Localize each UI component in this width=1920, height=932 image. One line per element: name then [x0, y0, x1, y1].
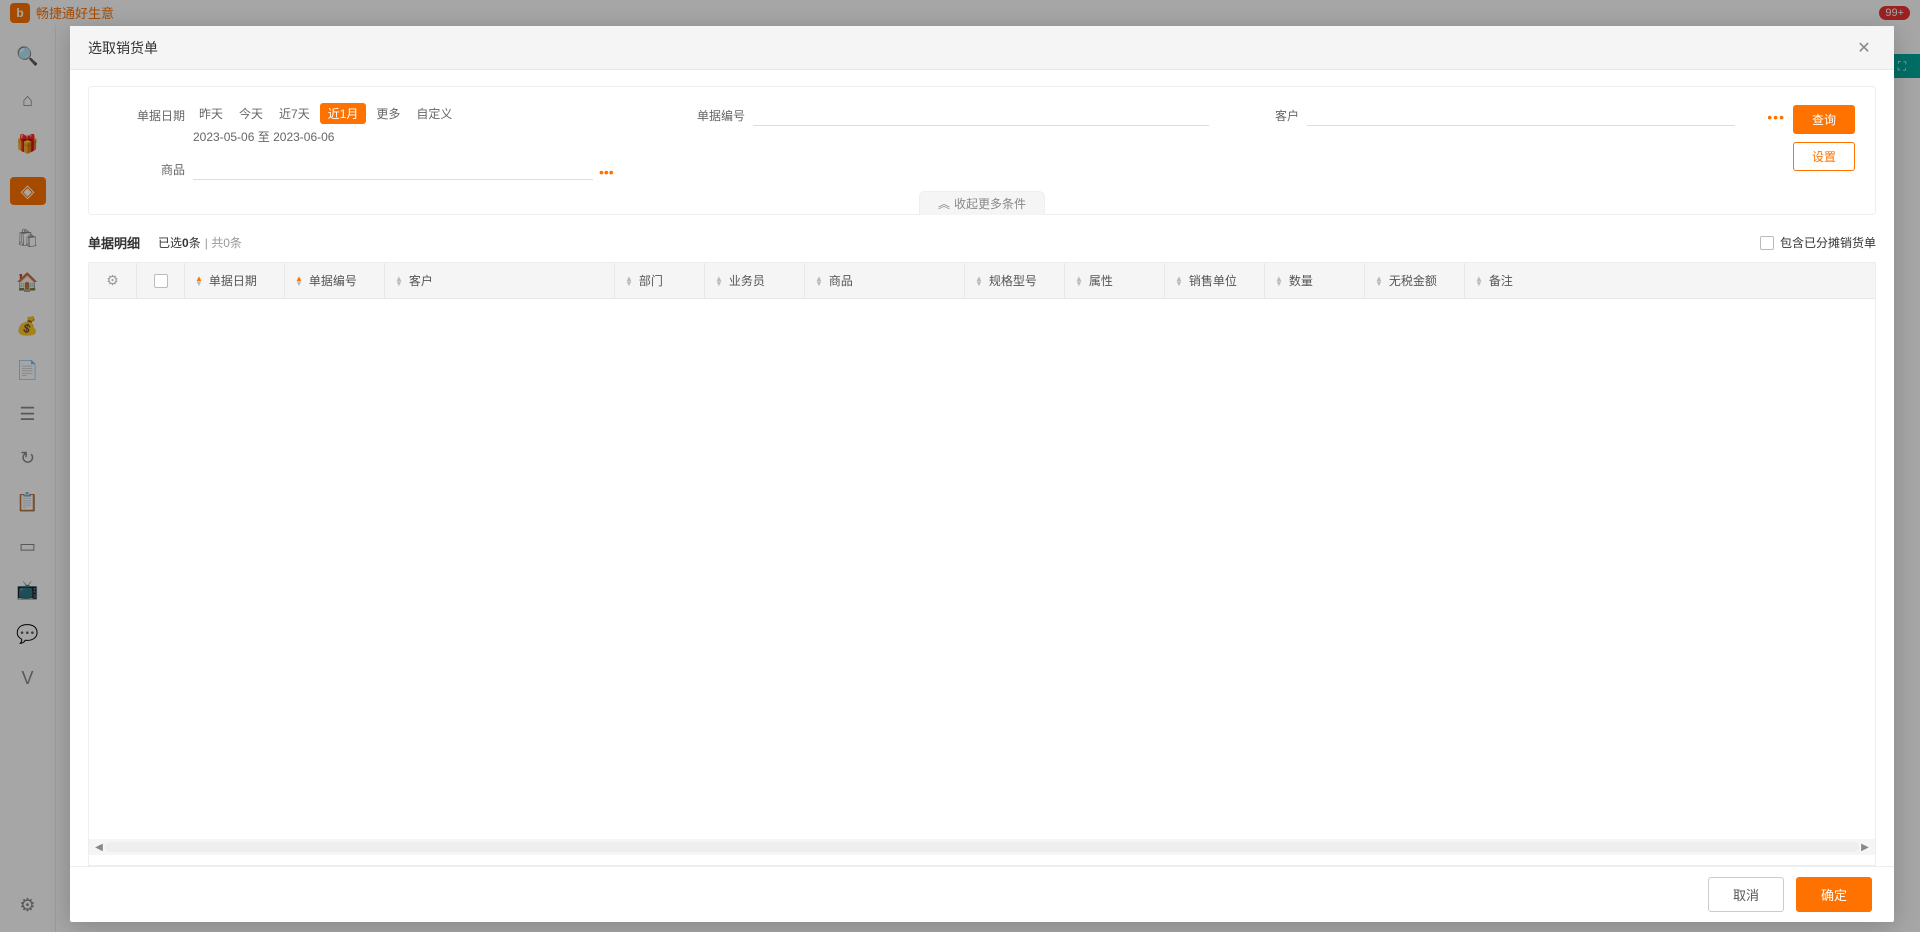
scroll-right-icon[interactable]: ▶: [1859, 842, 1871, 853]
close-icon[interactable]: ✕: [1852, 36, 1876, 60]
detail-title: 单据明细: [88, 233, 140, 252]
date-range-display: 2023-05-06 至 2023-06-06: [193, 128, 629, 145]
chevron-up-icon: ︽: [938, 195, 950, 212]
preset-today[interactable]: 今天: [233, 103, 269, 124]
col-attr[interactable]: ▲▼属性: [1065, 263, 1165, 298]
sort-icon: ▲▼: [1375, 276, 1383, 286]
docno-input[interactable]: [753, 103, 1209, 126]
sort-icon: ▲▼: [1075, 276, 1083, 286]
filter-docno-group: 单据编号: [669, 103, 1209, 145]
sort-icon: ▲▼: [715, 276, 723, 286]
table-body-empty: [89, 299, 1875, 839]
detail-header: 单据明细 已选0条 | 共0条 包含已分摊销货单: [88, 233, 1876, 252]
horizontal-scrollbar[interactable]: ◀ ▶: [89, 839, 1875, 855]
col-dept[interactable]: ▲▼部门: [615, 263, 705, 298]
col-spec[interactable]: ▲▼规格型号: [965, 263, 1065, 298]
modal-header: 选取销货单 ✕: [70, 26, 1894, 70]
select-sales-order-modal: 选取销货单 ✕ 单据日期 昨天 今天 近7天 近1月 更多 自定义: [70, 26, 1894, 922]
sort-icon: ▲▼: [1175, 276, 1183, 286]
cancel-button[interactable]: 取消: [1708, 877, 1784, 912]
filter-customer-label: 客户: [1249, 103, 1299, 124]
filter-panel: 单据日期 昨天 今天 近7天 近1月 更多 自定义 2023-05-06 至: [88, 86, 1876, 215]
results-table: ⚙ ▲▼单据日期 ▲▼单据编号 ▲▼客户 ▲▼部门 ▲▼业务员 ▲▼商品 ▲▼规…: [88, 262, 1876, 866]
col-product[interactable]: ▲▼商品: [805, 263, 965, 298]
modal-title: 选取销货单: [88, 38, 158, 58]
col-remark[interactable]: ▲▼备注: [1465, 263, 1875, 298]
sort-icon: ▲▼: [1275, 276, 1283, 286]
filter-date-group: 单据日期 昨天 今天 近7天 近1月 更多 自定义 2023-05-06 至: [109, 103, 629, 145]
col-settings[interactable]: ⚙: [89, 263, 137, 298]
sort-icon: ▲▼: [975, 276, 983, 286]
preset-more[interactable]: 更多: [370, 103, 406, 124]
confirm-button[interactable]: 确定: [1796, 877, 1872, 912]
search-button[interactable]: 查询: [1793, 105, 1855, 134]
total-count: | 共0条: [205, 234, 242, 251]
scroll-left-icon[interactable]: ◀: [93, 842, 105, 853]
date-sep: 至: [258, 130, 270, 144]
preset-custom[interactable]: 自定义: [410, 103, 458, 124]
select-all-checkbox[interactable]: [154, 274, 168, 288]
product-more-icon[interactable]: •••: [599, 164, 614, 180]
date-presets: 昨天 今天 近7天 近1月 更多 自定义: [193, 103, 629, 124]
col-sales[interactable]: ▲▼业务员: [705, 263, 805, 298]
customer-input[interactable]: [1307, 103, 1735, 126]
include-split-checkbox[interactable]: [1760, 236, 1774, 250]
preset-1month[interactable]: 近1月: [320, 103, 367, 124]
collapse-filters-button[interactable]: ︽ 收起更多条件: [919, 191, 1045, 215]
preset-yesterday[interactable]: 昨天: [193, 103, 229, 124]
date-from: 2023-05-06: [193, 130, 254, 144]
filter-actions: 查询 设置: [1793, 105, 1855, 171]
date-to: 2023-06-06: [273, 130, 334, 144]
modal-body: 单据日期 昨天 今天 近7天 近1月 更多 自定义 2023-05-06 至: [70, 70, 1894, 866]
sort-icon: ▲▼: [395, 276, 403, 286]
preset-7days[interactable]: 近7天: [273, 103, 316, 124]
col-qty[interactable]: ▲▼数量: [1265, 263, 1365, 298]
include-split-label: 包含已分摊销货单: [1780, 234, 1876, 251]
settings-button[interactable]: 设置: [1793, 142, 1855, 171]
col-docno[interactable]: ▲▼单据编号: [285, 263, 385, 298]
filter-docno-label: 单据编号: [669, 103, 745, 124]
sort-icon: ▲▼: [625, 276, 633, 286]
filter-date-label: 单据日期: [109, 103, 185, 124]
col-date[interactable]: ▲▼单据日期: [185, 263, 285, 298]
scroll-track[interactable]: [105, 842, 1859, 852]
sort-icon: ▲▼: [195, 276, 203, 286]
col-unit[interactable]: ▲▼销售单位: [1165, 263, 1265, 298]
sort-icon: ▲▼: [815, 276, 823, 286]
col-customer[interactable]: ▲▼客户: [385, 263, 615, 298]
col-select-all[interactable]: [137, 263, 185, 298]
customer-more-icon[interactable]: •••: [1767, 109, 1785, 125]
filter-product-group: 商品 •••: [109, 157, 629, 180]
col-amount[interactable]: ▲▼无税金额: [1365, 263, 1465, 298]
filter-product-label: 商品: [109, 157, 185, 178]
filter-customer-group: 客户: [1249, 103, 1855, 145]
modal-footer: 取消 确定: [70, 866, 1894, 922]
gear-icon: ⚙: [106, 272, 119, 289]
selected-count: 已选0条: [158, 234, 201, 251]
sort-icon: ▲▼: [295, 276, 303, 286]
table-header-row: ⚙ ▲▼单据日期 ▲▼单据编号 ▲▼客户 ▲▼部门 ▲▼业务员 ▲▼商品 ▲▼规…: [89, 263, 1875, 299]
collapse-label: 收起更多条件: [954, 195, 1026, 212]
sort-icon: ▲▼: [1475, 276, 1483, 286]
product-input[interactable]: [193, 157, 593, 180]
